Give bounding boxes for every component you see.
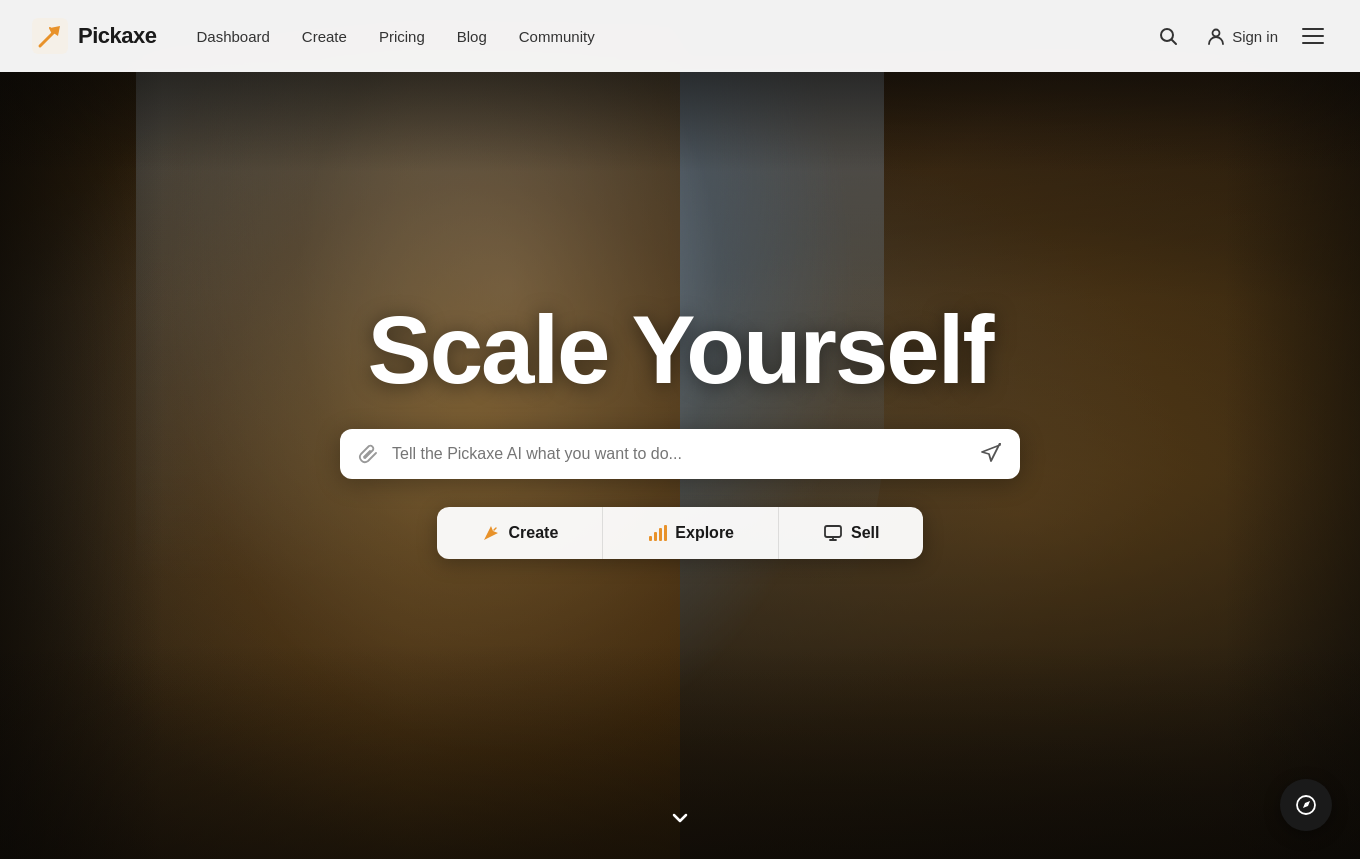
- scroll-down-indicator[interactable]: [668, 806, 692, 835]
- sell-button[interactable]: Sell: [779, 507, 923, 559]
- hamburger-line-2: [1302, 35, 1324, 37]
- logo[interactable]: Pickaxe: [32, 18, 156, 54]
- create-icon: [481, 523, 501, 543]
- attachment-icon: [358, 443, 380, 465]
- svg-rect-6: [664, 525, 667, 541]
- search-icon: [1158, 26, 1178, 46]
- send-icon: [980, 443, 1002, 465]
- create-button-label: Create: [509, 524, 559, 542]
- svg-rect-4: [654, 532, 657, 541]
- sign-in-button[interactable]: Sign in: [1206, 26, 1278, 46]
- fab-button[interactable]: [1280, 779, 1332, 831]
- explore-icon: [647, 523, 667, 543]
- menu-button[interactable]: [1298, 24, 1328, 48]
- nav-community[interactable]: Community: [519, 28, 595, 45]
- hamburger-line-3: [1302, 42, 1324, 44]
- explore-button[interactable]: Explore: [603, 507, 779, 559]
- search-button[interactable]: [1150, 18, 1186, 54]
- user-icon: [1206, 26, 1226, 46]
- hero-section: Scale Yourself: [0, 0, 1360, 859]
- hamburger-line-1: [1302, 28, 1324, 30]
- sell-icon: [823, 523, 843, 543]
- logo-icon: [32, 18, 68, 54]
- svg-rect-3: [649, 536, 652, 541]
- sign-in-label: Sign in: [1232, 28, 1278, 45]
- nav-links: Dashboard Create Pricing Blog Community: [196, 28, 594, 45]
- attachment-icon-wrap: [358, 443, 380, 465]
- svg-rect-7: [825, 526, 841, 537]
- nav-create[interactable]: Create: [302, 28, 347, 45]
- navbar-left: Pickaxe Dashboard Create Pricing Blog Co…: [32, 18, 595, 54]
- svg-point-2: [1213, 30, 1220, 37]
- navbar: Pickaxe Dashboard Create Pricing Blog Co…: [0, 0, 1360, 72]
- compass-icon: [1294, 793, 1318, 817]
- sell-button-label: Sell: [851, 524, 879, 542]
- navbar-right: Sign in: [1150, 18, 1328, 54]
- nav-dashboard[interactable]: Dashboard: [196, 28, 269, 45]
- search-submit-button[interactable]: [980, 443, 1002, 465]
- action-buttons-group: Create Explore: [437, 507, 924, 559]
- search-bar: [340, 429, 1020, 479]
- nav-blog[interactable]: Blog: [457, 28, 487, 45]
- create-button[interactable]: Create: [437, 507, 604, 559]
- chevron-down-icon: [668, 806, 692, 830]
- logo-text: Pickaxe: [78, 23, 156, 49]
- svg-rect-5: [659, 528, 662, 541]
- hero-content: Scale Yourself: [0, 300, 1360, 559]
- nav-pricing[interactable]: Pricing: [379, 28, 425, 45]
- hero-title: Scale Yourself: [368, 300, 993, 401]
- explore-button-label: Explore: [675, 524, 734, 542]
- svg-point-1: [1161, 29, 1173, 41]
- search-input[interactable]: [392, 445, 968, 463]
